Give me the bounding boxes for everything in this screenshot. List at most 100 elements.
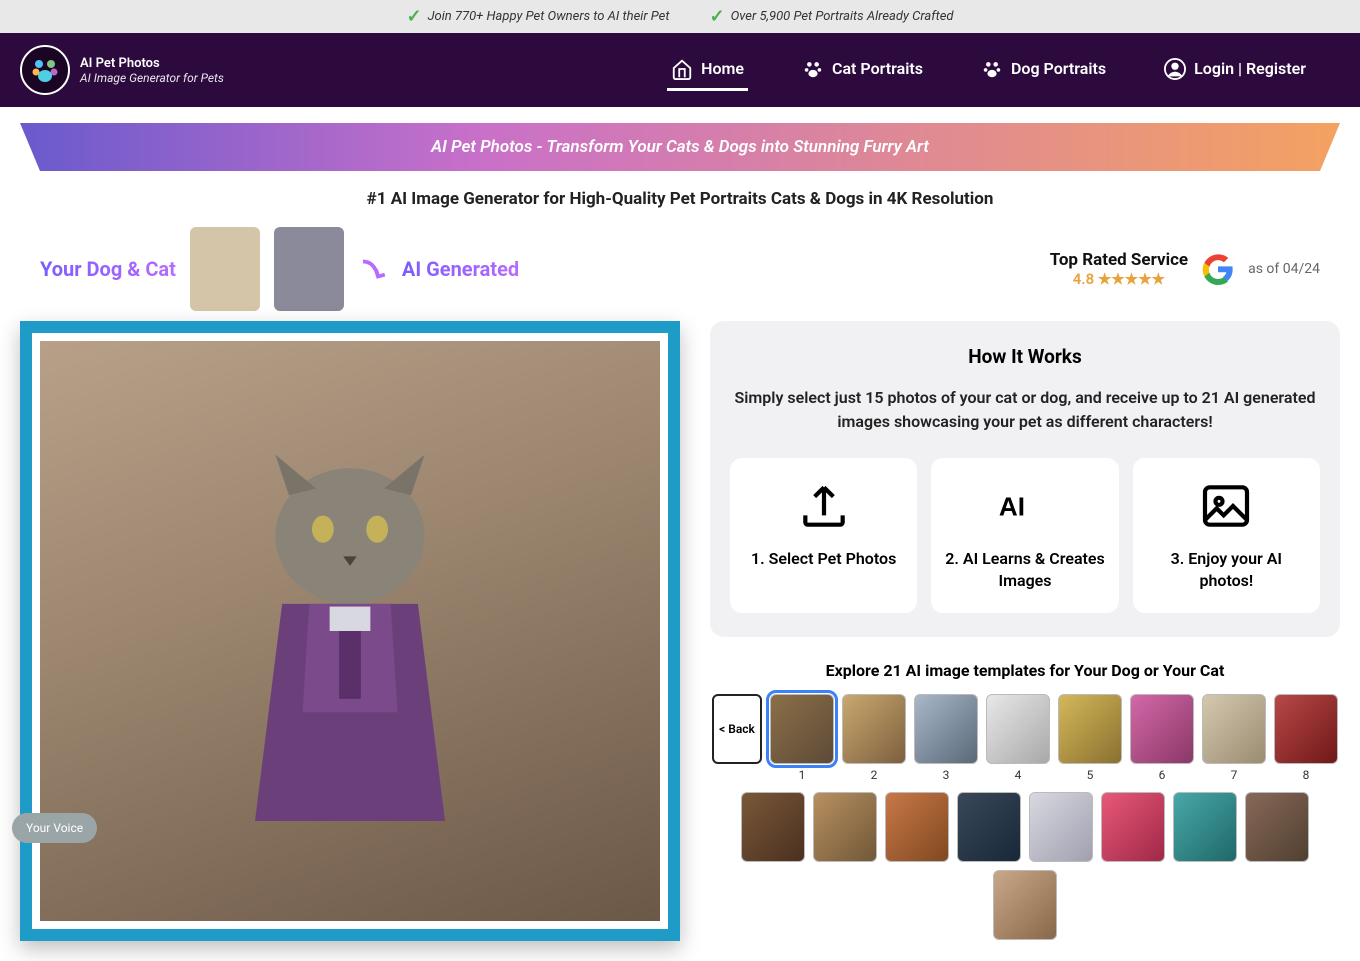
brand-logo[interactable]: AI Pet Photos AI Image Generator for Pet… [20, 45, 224, 95]
brand-text: AI Pet Photos AI Image Generator for Pet… [80, 56, 224, 85]
svg-text:AI: AI [999, 491, 1025, 521]
nav-login-register[interactable]: Login | Register [1160, 50, 1310, 91]
hero-text: AI Pet Photos - Transform Your Cats & Do… [431, 137, 929, 157]
template-item: 4 [986, 694, 1050, 782]
hero-banner: AI Pet Photos - Transform Your Cats & Do… [20, 123, 1340, 171]
how-title: How It Works [730, 345, 1320, 368]
promo-text-1: Join 770+ Happy Pet Owners to AI their P… [428, 9, 670, 24]
nav-cat-portraits[interactable]: Cat Portraits [798, 50, 927, 91]
check-icon: ✓ [710, 6, 725, 27]
logo-circle [20, 45, 70, 95]
template-thumb-12[interactable] [957, 792, 1021, 862]
template-item: 7 [1202, 694, 1266, 782]
template-thumb-11[interactable] [885, 792, 949, 862]
template-thumb-6[interactable] [1130, 694, 1194, 764]
templates-grid: < Back 1 2 3 4 5 6 7 8 [710, 694, 1340, 782]
upload-icon [796, 478, 852, 534]
nav-cat-label: Cat Portraits [832, 59, 923, 78]
google-icon [1202, 253, 1234, 285]
template-num: 5 [1087, 768, 1094, 782]
template-thumb-7[interactable] [1202, 694, 1266, 764]
right-column: How It Works Simply select just 15 photo… [710, 321, 1340, 940]
main-navbar: AI Pet Photos AI Image Generator for Pet… [0, 33, 1360, 107]
sub-heading: #1 AI Image Generator for High-Quality P… [20, 189, 1340, 209]
nav-dog-portraits[interactable]: Dog Portraits [977, 50, 1110, 91]
template-item [993, 870, 1057, 940]
step-card-1: 1. Select Pet Photos [730, 458, 917, 613]
template-thumb-8[interactable] [1274, 694, 1338, 764]
promo-banner: ✓ Join 770+ Happy Pet Owners to AI their… [0, 0, 1360, 33]
info-row: Your Dog & Cat AI Generated Top Rated Se… [0, 227, 1360, 321]
your-pet-label: Your Dog & Cat [40, 257, 176, 281]
template-num: 4 [1015, 768, 1022, 782]
nav-home-label: Home [701, 59, 744, 78]
template-num: 8 [1303, 768, 1310, 782]
template-item [1101, 792, 1165, 862]
template-item [957, 792, 1021, 862]
back-button[interactable]: < Back [712, 694, 762, 764]
step-card-3: 3. Enjoy your AI photos! [1133, 458, 1320, 613]
template-thumb-17[interactable] [993, 870, 1057, 940]
main-content-row: How It Works Simply select just 15 photo… [0, 321, 1360, 961]
step-3-label: 3. Enjoy your AI photos! [1145, 548, 1308, 593]
template-item [813, 792, 877, 862]
templates-title: Explore 21 AI image templates for Your D… [710, 661, 1340, 680]
template-thumb-16[interactable] [1245, 792, 1309, 862]
arrow-icon [358, 254, 388, 284]
paw-icon [802, 58, 824, 80]
nav-dog-label: Dog Portraits [1011, 59, 1106, 78]
ai-generated-label: AI Generated [402, 257, 519, 281]
feedback-label: Your Voice [26, 821, 83, 835]
template-thumb-4[interactable] [986, 694, 1050, 764]
template-num: 1 [799, 768, 806, 782]
preview-frame [20, 321, 680, 941]
template-thumb-10[interactable] [813, 792, 877, 862]
brand-title: AI Pet Photos [80, 56, 224, 71]
template-thumb-13[interactable] [1029, 792, 1093, 862]
promo-item-2: ✓ Over 5,900 Pet Portraits Already Craft… [710, 6, 954, 27]
rating-block: Top Rated Service 4.8 ★★★★★ [1050, 250, 1188, 288]
brand-subtitle: AI Image Generator for Pets [80, 71, 224, 85]
rating-asof: as of 04/24 [1248, 261, 1320, 277]
template-item: 3 [914, 694, 978, 782]
preview-image [40, 341, 660, 921]
nav-home[interactable]: Home [667, 50, 748, 91]
rating-stars: 4.8 ★★★★★ [1050, 270, 1188, 288]
user-icon [1164, 58, 1186, 80]
template-thumb-14[interactable] [1101, 792, 1165, 862]
home-icon [671, 58, 693, 80]
image-icon [1198, 478, 1254, 534]
template-item: 6 [1130, 694, 1194, 782]
info-right: Top Rated Service 4.8 ★★★★★ as of 04/24 [1050, 250, 1320, 288]
back-button-wrap: < Back [712, 694, 762, 782]
feedback-button[interactable]: Your Voice [12, 813, 97, 843]
nav-login-label: Login | Register [1194, 59, 1306, 78]
promo-item-1: ✓ Join 770+ Happy Pet Owners to AI their… [406, 6, 669, 27]
how-description: Simply select just 15 photos of your cat… [730, 386, 1320, 434]
info-left: Your Dog & Cat AI Generated [40, 227, 519, 311]
nav-links: Home Cat Portraits Dog Portraits Login |… [667, 50, 1310, 91]
template-item [1245, 792, 1309, 862]
template-item: 2 [842, 694, 906, 782]
dog-thumb [190, 227, 260, 311]
template-item [885, 792, 949, 862]
steps-row: 1. Select Pet Photos AI 2. AI Learns & C… [730, 458, 1320, 613]
template-thumb-5[interactable] [1058, 694, 1122, 764]
step-2-label: 2. AI Learns & Creates Images [943, 548, 1106, 593]
rating-title: Top Rated Service [1050, 250, 1188, 270]
cat-portrait-illustration [210, 441, 490, 821]
template-num: 3 [943, 768, 950, 782]
template-item: 1 [770, 694, 834, 782]
template-thumb-3[interactable] [914, 694, 978, 764]
templates-grid-row2 [710, 792, 1340, 940]
template-thumb-1[interactable] [770, 694, 834, 764]
template-thumb-15[interactable] [1173, 792, 1237, 862]
template-num: 7 [1231, 768, 1238, 782]
template-thumb-2[interactable] [842, 694, 906, 764]
template-thumb-9[interactable] [741, 792, 805, 862]
paw-icon [981, 58, 1003, 80]
template-item [1029, 792, 1093, 862]
cat-thumb [274, 227, 344, 311]
step-card-2: AI 2. AI Learns & Creates Images [931, 458, 1118, 613]
step-1-label: 1. Select Pet Photos [751, 548, 896, 570]
